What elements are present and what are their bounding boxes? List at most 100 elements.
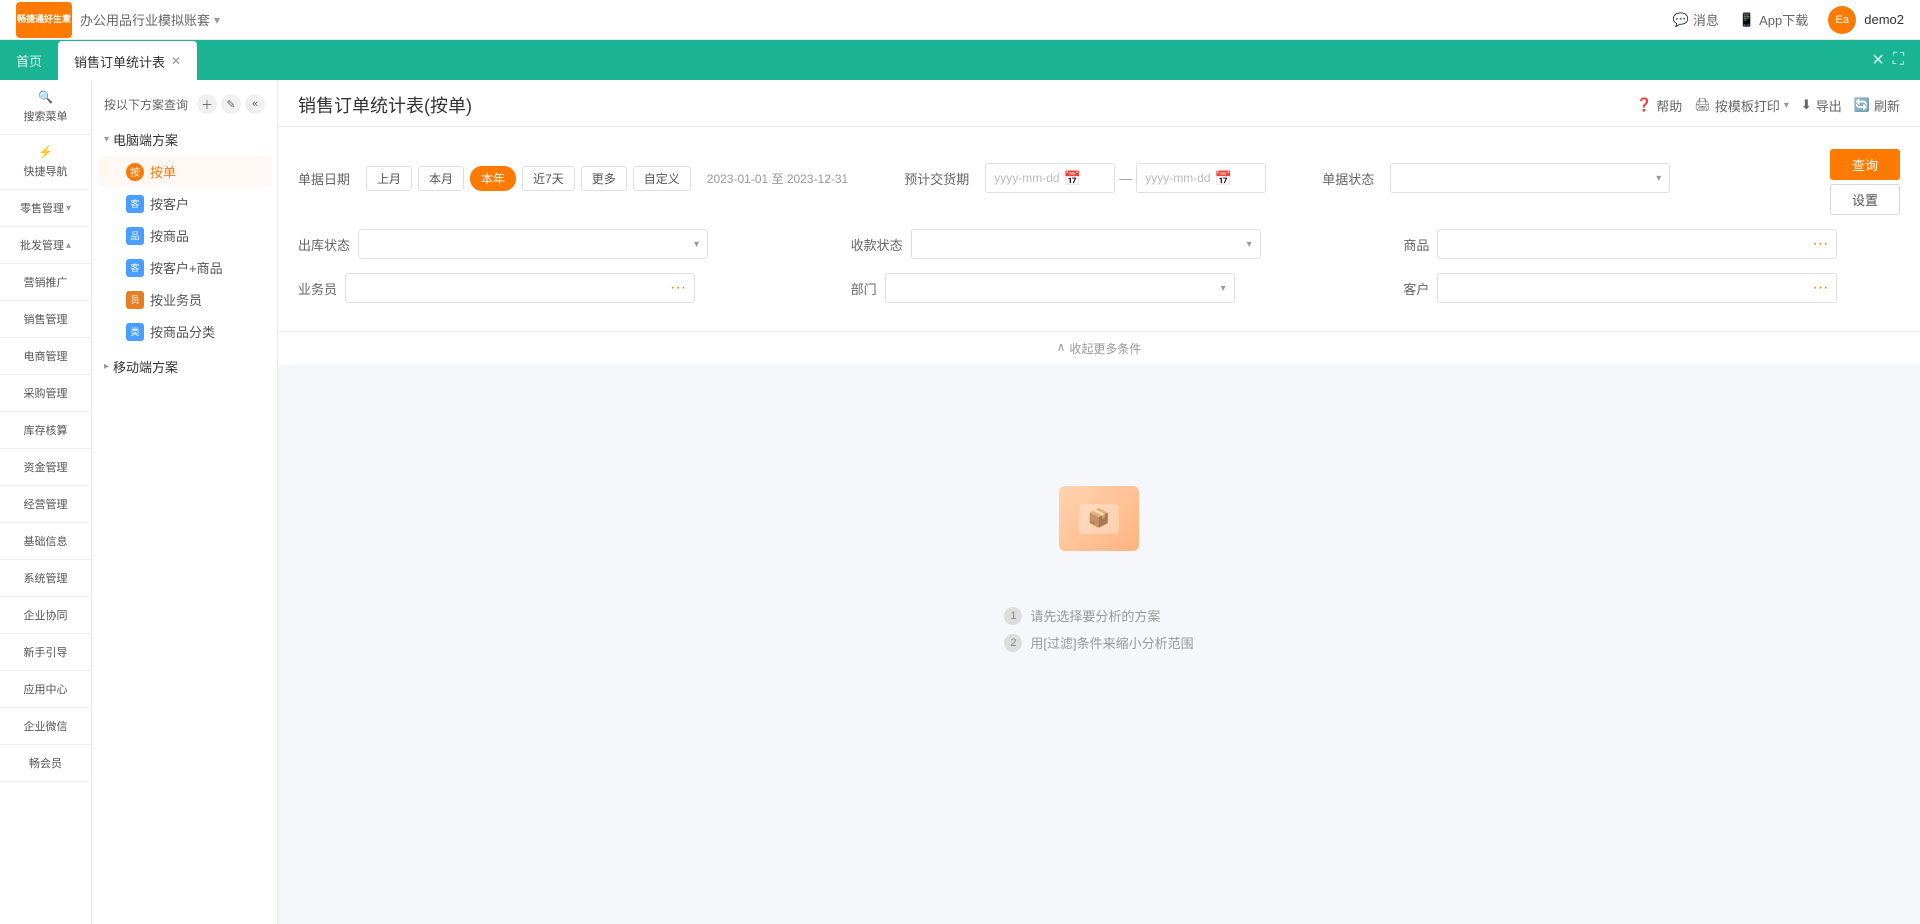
by-product-icon: 品 xyxy=(126,227,144,245)
sidebar-item-base-info[interactable]: 基础信息 xyxy=(0,523,91,560)
query-button[interactable]: 查询 xyxy=(1830,149,1900,180)
product-label: 商品 xyxy=(1403,235,1429,254)
print-arrow-icon: ▾ xyxy=(1784,100,1789,111)
expected-delivery-input: yyyy-mm-dd 📅 — yyyy-mm-dd 📅 xyxy=(985,163,1266,193)
last-7-days-btn[interactable]: 近7天 xyxy=(522,166,575,191)
date-start-input[interactable]: yyyy-mm-dd 📅 xyxy=(985,163,1115,193)
left-panel-actions: ＋ ✎ « xyxy=(197,94,265,114)
print-button[interactable]: 🖨 按模板打印 ▾ xyxy=(1694,96,1789,115)
tree-child-by-salesperson[interactable]: 员 按业务员 xyxy=(98,284,271,315)
sidebar-item-marketing[interactable]: 营销推广 xyxy=(0,264,91,301)
export-button[interactable]: ⬇ 导出 xyxy=(1801,96,1842,115)
tree-section-desktop: ▾ 电脑端方案 按 按单 客 按客户 品 按商品 客 按客户+商品 xyxy=(92,124,277,347)
enterprise-label: 企业协同 xyxy=(24,607,68,623)
edit-scheme-button[interactable]: ✎ xyxy=(221,94,241,114)
inventory-label: 库存核算 xyxy=(24,422,68,438)
app-title-select[interactable]: 办公用品行业模拟账套 ▾ xyxy=(80,10,220,29)
retail-arrow-icon: ▾ xyxy=(66,203,71,214)
dropdown-icon: ▾ xyxy=(214,13,220,27)
add-scheme-button[interactable]: ＋ xyxy=(197,94,217,114)
last-month-btn[interactable]: 上月 xyxy=(366,166,412,191)
sidebar-item-retail[interactable]: 零售管理 ▾ xyxy=(0,190,91,227)
sidebar-item-system[interactable]: 系统管理 xyxy=(0,560,91,597)
sidebar-item-finance[interactable]: 资金管理 xyxy=(0,449,91,486)
tree-child-by-cust-prod[interactable]: 客 按客户+商品 xyxy=(98,252,271,283)
app-center-label: 应用中心 xyxy=(24,681,68,697)
sidebar-item-vip[interactable]: 畅会员 xyxy=(0,745,91,782)
quick-nav-label: 快捷导航 xyxy=(24,163,68,179)
salesperson-ellipsis-icon[interactable]: ··· xyxy=(670,279,686,297)
collapse-panel-button[interactable]: « xyxy=(245,94,265,114)
tab-home[interactable]: 首页 xyxy=(0,40,58,80)
department-item: 部门 ▾ xyxy=(851,273,1348,303)
tab-close-icon[interactable]: ✕ xyxy=(171,54,181,68)
order-status-select[interactable]: ▾ xyxy=(1390,163,1670,193)
help-button[interactable]: ❓ 帮助 xyxy=(1636,96,1682,115)
sidebar-item-quick-nav[interactable]: ⚡ 快捷导航 xyxy=(0,135,91,190)
tab-sales-order-label: 销售订单统计表 xyxy=(74,52,165,71)
sidebar: 🔍 搜索菜单 ⚡ 快捷导航 零售管理 ▾ 批发管理 ▴ 营销推广 销售管理 电商… xyxy=(0,80,92,924)
app-download-action[interactable]: 📱 App下载 xyxy=(1739,10,1808,29)
newbie-label: 新手引导 xyxy=(24,644,68,660)
tree-child-by-customer[interactable]: 客 按客户 xyxy=(98,188,271,219)
page-title: 销售订单统计表(按单) xyxy=(298,92,472,118)
empty-hint-2: 2 用[过滤]条件来缩小分析范围 xyxy=(1004,633,1193,652)
wholesale-label: 批发管理 xyxy=(20,237,64,253)
app-download-label: App下载 xyxy=(1759,10,1808,29)
department-select[interactable]: ▾ xyxy=(885,273,1235,303)
sidebar-item-inventory[interactable]: 库存核算 xyxy=(0,412,91,449)
sidebar-item-search-menu[interactable]: 🔍 搜索菜单 xyxy=(0,80,91,135)
tree-child-by-order[interactable]: 按 按单 xyxy=(98,156,271,187)
vip-label: 畅会员 xyxy=(29,755,62,771)
department-arrow: ▾ xyxy=(1221,283,1226,294)
set-button[interactable]: 设置 xyxy=(1830,184,1900,215)
tree-parent-mobile[interactable]: ▸ 移动端方案 xyxy=(92,351,277,382)
sidebar-item-enterprise[interactable]: 企业协同 xyxy=(0,597,91,634)
tree-child-by-product[interactable]: 品 按商品 xyxy=(98,220,271,251)
tree-child-by-category[interactable]: 类 按商品分类 xyxy=(98,316,271,347)
sidebar-item-purchase[interactable]: 采购管理 xyxy=(0,375,91,412)
by-customer-icon: 客 xyxy=(126,195,144,213)
sidebar-item-wholesale[interactable]: 批发管理 ▴ xyxy=(0,227,91,264)
payment-status-select[interactable]: ▾ xyxy=(911,229,1261,259)
tree-parent-desktop[interactable]: ▾ 电脑端方案 xyxy=(92,124,277,155)
collapse-bar[interactable]: ∧ 收起更多条件 xyxy=(278,331,1920,365)
sidebar-item-sales[interactable]: 销售管理 xyxy=(0,301,91,338)
page-actions: ❓ 帮助 🖨 按模板打印 ▾ ⬇ 导出 🔄 刷新 xyxy=(1636,96,1900,115)
more-dates-btn[interactable]: 更多 xyxy=(581,166,627,191)
custom-date-btn[interactable]: 自定义 xyxy=(633,166,691,191)
tab-sales-order-stat[interactable]: 销售订单统计表 ✕ xyxy=(58,41,197,81)
filter-row-date: 单据日期 上月 本月 本年 近7天 更多 自定义 2023-01-01 至 20… xyxy=(298,141,1900,215)
empty-state: 📦 1 请先选择要分析的方案 2 用[过滤]条件来缩小分析范围 xyxy=(278,365,1920,765)
hint-text-2: 用[过滤]条件来缩小分析范围 xyxy=(1030,633,1193,652)
date-label: 单据日期 xyxy=(298,169,350,188)
top-bar: 畅捷通好生意 办公用品行业模拟账套 ▾ 💬 消息 📱 App下载 Ea demo… xyxy=(0,0,1920,40)
wholesale-arrow-icon: ▴ xyxy=(66,240,71,251)
product-select[interactable]: ··· xyxy=(1437,229,1837,259)
sidebar-item-operation[interactable]: 经营管理 xyxy=(0,486,91,523)
tab-bar-right: ✕ ⛶ xyxy=(1871,50,1920,70)
product-ellipsis-icon[interactable]: ··· xyxy=(1812,235,1828,253)
tree-desktop-label: 电脑端方案 xyxy=(113,130,178,149)
tab-close-window-icon[interactable]: ✕ xyxy=(1871,50,1884,70)
sidebar-item-newbie[interactable]: 新手引导 xyxy=(0,634,91,671)
tab-expand-icon[interactable]: ⛶ xyxy=(1893,51,1904,69)
date-end-placeholder: yyyy-mm-dd xyxy=(1145,171,1210,185)
salesperson-select[interactable]: ··· xyxy=(345,273,695,303)
user-profile[interactable]: Ea demo2 xyxy=(1828,6,1904,34)
customer-select[interactable]: ··· xyxy=(1437,273,1837,303)
tree-mobile-expand-icon: ▸ xyxy=(104,361,109,372)
refresh-button[interactable]: 🔄 刷新 xyxy=(1854,96,1900,115)
sidebar-item-ecommerce[interactable]: 电商管理 xyxy=(0,338,91,375)
system-label: 系统管理 xyxy=(24,570,68,586)
edit-icon: ✎ xyxy=(226,98,235,111)
sidebar-item-wechat-work[interactable]: 企业微信 xyxy=(0,708,91,745)
delivery-status-select[interactable]: ▾ xyxy=(358,229,708,259)
date-end-input[interactable]: yyyy-mm-dd 📅 xyxy=(1136,163,1266,193)
sidebar-item-app-center[interactable]: 应用中心 xyxy=(0,671,91,708)
message-action[interactable]: 💬 消息 xyxy=(1673,10,1719,29)
this-month-btn[interactable]: 本月 xyxy=(418,166,464,191)
customer-ellipsis-icon[interactable]: ··· xyxy=(1812,279,1828,297)
ecommerce-label: 电商管理 xyxy=(24,348,68,364)
this-year-btn[interactable]: 本年 xyxy=(470,166,516,191)
